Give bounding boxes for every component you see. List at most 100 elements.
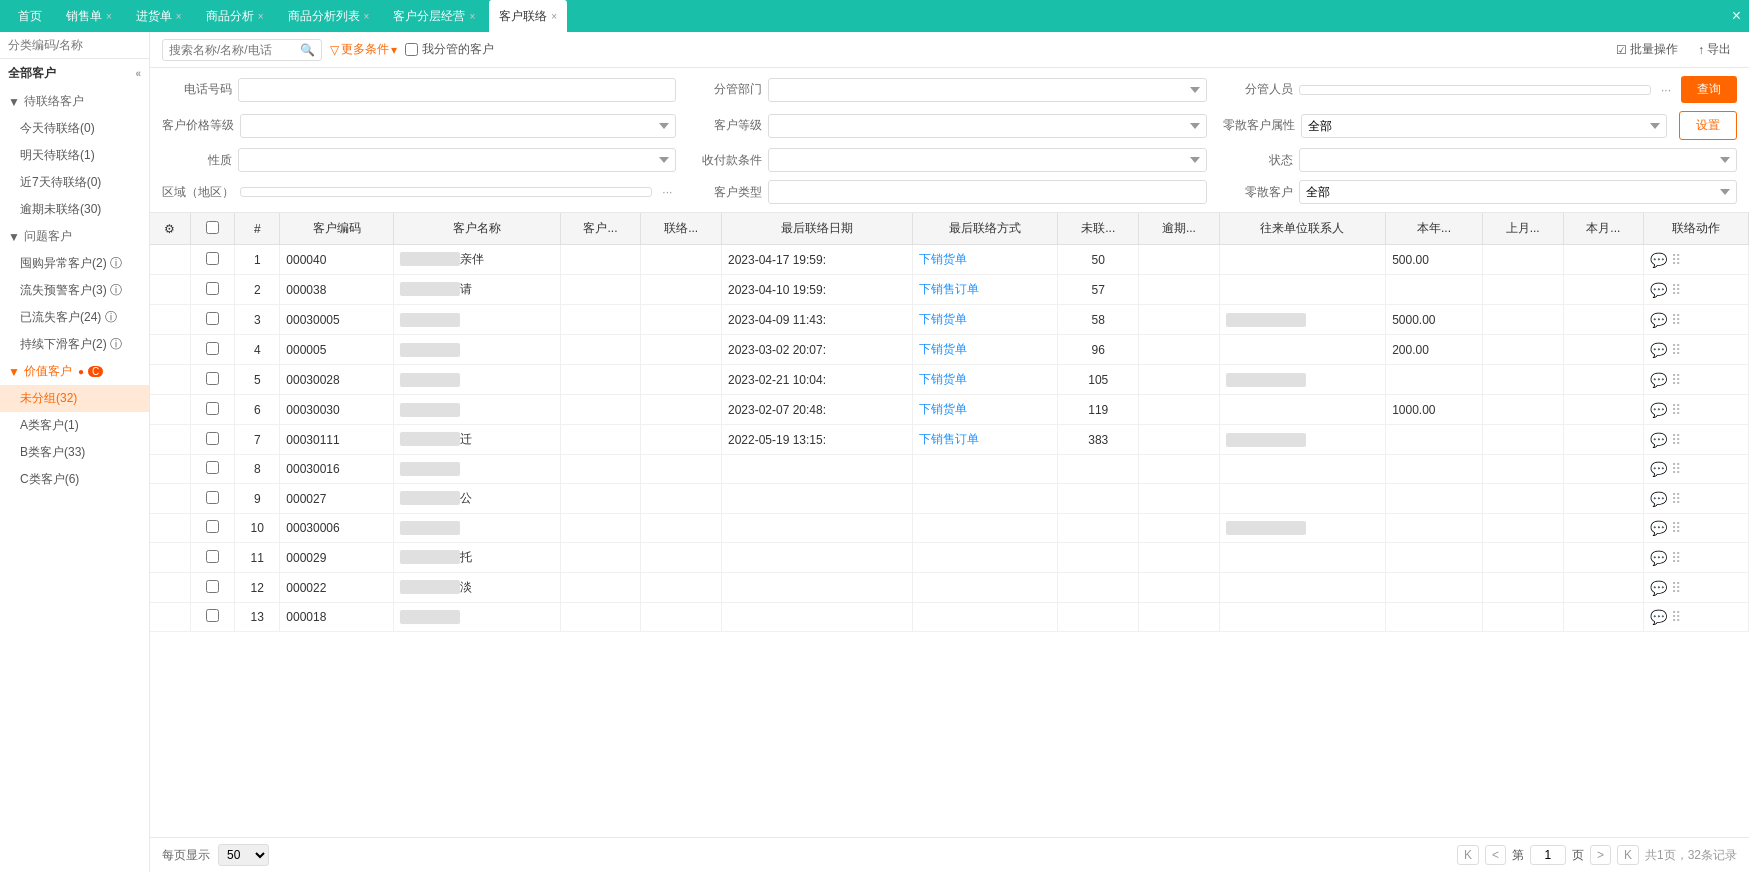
price-level-select[interactable] — [240, 114, 676, 138]
close-product-list-tab[interactable]: × — [364, 11, 370, 22]
action-more-icon[interactable]: ⠿ — [1671, 282, 1681, 298]
nav-customer-contact[interactable]: 客户联络 × — [489, 0, 567, 32]
col-contact[interactable]: 联络... — [641, 213, 722, 245]
filter-search-input[interactable] — [169, 43, 296, 57]
action-chat-icon[interactable]: 💬 — [1650, 252, 1667, 268]
action-chat-icon[interactable]: 💬 — [1650, 461, 1667, 477]
nav-customer-tier[interactable]: 客户分层经营 × — [383, 0, 485, 32]
sidebar-item-declining[interactable]: 持续下滑客户(2) ⓘ — [0, 331, 149, 358]
export-btn[interactable]: ↑ 导出 — [1692, 38, 1737, 61]
action-more-icon[interactable]: ⠿ — [1671, 342, 1681, 358]
action-chat-icon[interactable]: 💬 — [1650, 312, 1667, 328]
settings-icon[interactable]: ⚙ — [164, 222, 175, 236]
nav-product-list[interactable]: 商品分析列表 × — [278, 0, 380, 32]
action-more-icon[interactable]: ⠿ — [1671, 609, 1681, 625]
action-chat-icon[interactable]: 💬 — [1650, 550, 1667, 566]
reset-btn[interactable]: 设置 — [1679, 111, 1737, 140]
page-number-input[interactable] — [1530, 845, 1566, 865]
all-customers-header[interactable]: 全部客户 « — [0, 59, 149, 88]
row-select[interactable] — [206, 252, 219, 265]
col-overdue[interactable]: 逾期... — [1139, 213, 1220, 245]
filter-search-icon[interactable]: 🔍 — [300, 43, 315, 57]
collapse-sidebar-btn[interactable]: « — [135, 68, 141, 79]
sidebar-item-today[interactable]: 今天待联络(0) — [0, 115, 149, 142]
nav-home[interactable]: 首页 — [8, 0, 52, 32]
nav-product-analysis[interactable]: 商品分析 × — [196, 0, 274, 32]
sidebar-item-churn-warning[interactable]: 流失预警客户(3) ⓘ — [0, 277, 149, 304]
close-customer-tier-tab[interactable]: × — [469, 11, 475, 22]
status-select[interactable] — [1299, 148, 1737, 172]
sidebar-item-churned[interactable]: 已流失客户(24) ⓘ — [0, 304, 149, 331]
row-select[interactable] — [206, 372, 219, 385]
row-select[interactable] — [206, 282, 219, 295]
last-page-btn[interactable]: K — [1617, 845, 1639, 865]
close-purchase-tab[interactable]: × — [176, 11, 182, 22]
col-last-month[interactable]: 上月... — [1482, 213, 1563, 245]
batch-ops-btn[interactable]: ☑ 批量操作 — [1610, 38, 1684, 61]
sidebar-group-pending[interactable]: ▼ 待联络客户 — [0, 88, 149, 115]
sidebar-group-value[interactable]: ▼ 价值客户 ● C — [0, 358, 149, 385]
nav-sales[interactable]: 销售单 × — [56, 0, 122, 32]
next-page-btn[interactable]: > — [1590, 845, 1611, 865]
select-all-checkbox[interactable] — [206, 221, 219, 234]
sidebar-group-problem[interactable]: ▼ 问题客户 — [0, 223, 149, 250]
row-select[interactable] — [206, 342, 219, 355]
retail-select[interactable]: 全部 — [1299, 180, 1737, 204]
action-more-icon[interactable]: ⠿ — [1671, 520, 1681, 536]
col-not-contacted[interactable]: 未联... — [1058, 213, 1139, 245]
action-more-icon[interactable]: ⠿ — [1671, 550, 1681, 566]
region-dots-btn[interactable]: ··· — [658, 181, 676, 203]
retail-attr-select[interactable]: 全部 — [1301, 114, 1667, 138]
sidebar-item-hoarding[interactable]: 囤购异常客户(2) ⓘ — [0, 250, 149, 277]
first-page-btn[interactable]: K — [1457, 845, 1479, 865]
action-more-icon[interactable]: ⠿ — [1671, 402, 1681, 418]
row-select[interactable] — [206, 432, 219, 445]
col-settings[interactable]: ⚙ — [150, 213, 190, 245]
sidebar-item-class-b[interactable]: B类客户(33) — [0, 439, 149, 466]
my-customers-checkbox-label[interactable]: 我分管的客户 — [405, 41, 494, 58]
col-name[interactable]: 客户名称 — [394, 213, 560, 245]
row-select[interactable] — [206, 402, 219, 415]
close-product-analysis-tab[interactable]: × — [258, 11, 264, 22]
col-unit-contact[interactable]: 往来单位联系人 — [1219, 213, 1385, 245]
col-code[interactable]: 客户编码 — [280, 213, 394, 245]
action-chat-icon[interactable]: 💬 — [1650, 282, 1667, 298]
action-more-icon[interactable]: ⠿ — [1671, 461, 1681, 477]
col-last-date[interactable]: 最后联络日期 — [721, 213, 912, 245]
customer-type-input[interactable] — [768, 180, 1206, 204]
row-select[interactable] — [206, 312, 219, 325]
my-customers-checkbox[interactable] — [405, 43, 418, 56]
col-type[interactable]: 客户... — [560, 213, 641, 245]
action-chat-icon[interactable]: 💬 — [1650, 580, 1667, 596]
manager-dots-btn[interactable]: ··· — [1657, 79, 1675, 101]
sidebar-item-class-a[interactable]: A类客户(1) — [0, 412, 149, 439]
sidebar-item-7days[interactable]: 近7天待联络(0) — [0, 169, 149, 196]
row-select[interactable] — [206, 580, 219, 593]
close-sales-tab[interactable]: × — [106, 11, 112, 22]
action-chat-icon[interactable]: 💬 — [1650, 491, 1667, 507]
col-this-year[interactable]: 本年... — [1386, 213, 1483, 245]
dept-select[interactable] — [768, 78, 1206, 102]
customer-level-select[interactable] — [768, 114, 1206, 138]
row-select[interactable] — [206, 550, 219, 563]
action-chat-icon[interactable]: 💬 — [1650, 609, 1667, 625]
row-select[interactable] — [206, 491, 219, 504]
action-chat-icon[interactable]: 💬 — [1650, 402, 1667, 418]
action-more-icon[interactable]: ⠿ — [1671, 252, 1681, 268]
action-chat-icon[interactable]: 💬 — [1650, 432, 1667, 448]
sidebar-item-tomorrow[interactable]: 明天待联络(1) — [0, 142, 149, 169]
action-more-icon[interactable]: ⠿ — [1671, 432, 1681, 448]
nature-select[interactable] — [238, 148, 676, 172]
close-customer-contact-tab[interactable]: × — [551, 11, 557, 22]
phone-input[interactable] — [238, 78, 676, 102]
row-select[interactable] — [206, 520, 219, 533]
action-more-icon[interactable]: ⠿ — [1671, 491, 1681, 507]
page-size-select[interactable]: 50 100 — [218, 844, 269, 866]
action-chat-icon[interactable]: 💬 — [1650, 342, 1667, 358]
action-more-icon[interactable]: ⠿ — [1671, 312, 1681, 328]
sidebar-search-input[interactable] — [8, 38, 150, 52]
col-this-month[interactable]: 本月... — [1563, 213, 1644, 245]
more-conditions-btn[interactable]: ▽ 更多条件 ▾ — [330, 41, 397, 58]
action-chat-icon[interactable]: 💬 — [1650, 520, 1667, 536]
row-select[interactable] — [206, 609, 219, 622]
